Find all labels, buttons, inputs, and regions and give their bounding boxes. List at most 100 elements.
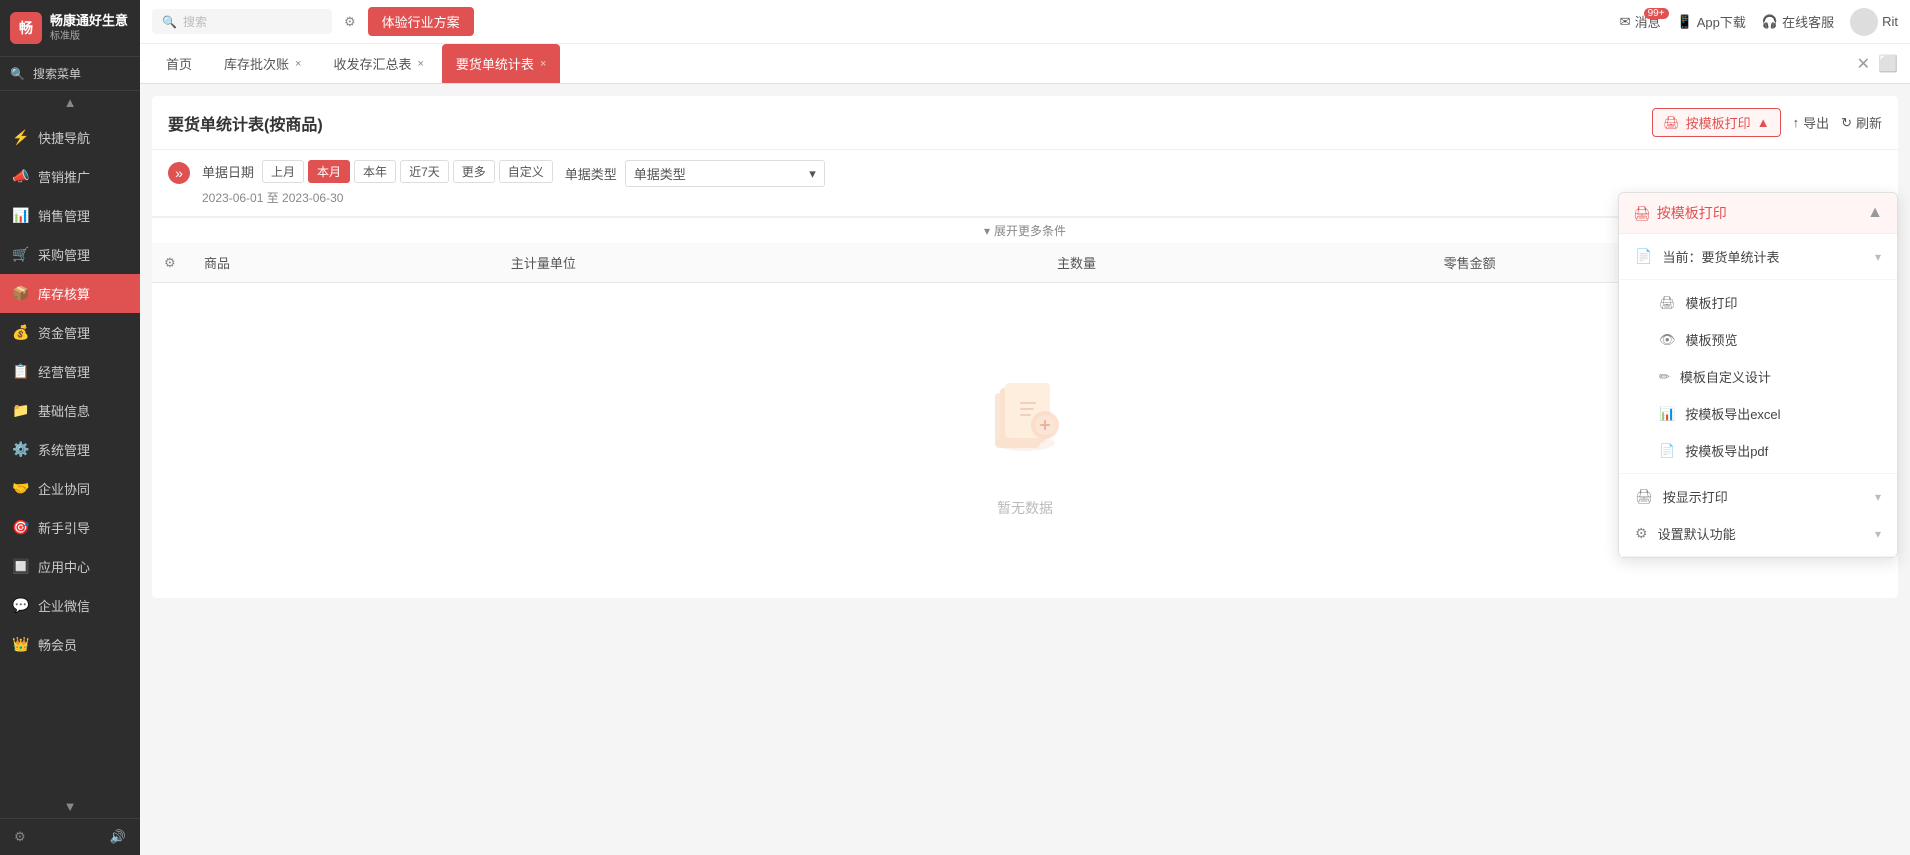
order-type-value: 单据类型 xyxy=(634,164,686,183)
logo-title: 畅康通好生意 xyxy=(50,12,128,30)
date-btn-this-month[interactable]: 本月 xyxy=(308,160,350,183)
dropdown-export-excel[interactable]: 📊 按模板导出excel xyxy=(1619,395,1897,432)
order-type-label: 单据类型 xyxy=(565,164,617,183)
default-func-label: 设置默认功能 xyxy=(1658,524,1736,543)
tabbar-actions: ✕ ⬜ xyxy=(1857,54,1898,74)
date-range-text: 2023-06-01 至 2023-06-30 xyxy=(202,189,343,206)
online-service-button[interactable]: 🎧 在线客服 xyxy=(1762,12,1834,31)
tab-order-stats[interactable]: 要货单统计表 × xyxy=(442,44,560,83)
dropdown-export-pdf[interactable]: 📄 按模板导出pdf xyxy=(1619,432,1897,469)
template-custom-label: 模板自定义设计 xyxy=(1680,367,1771,386)
date-range-row: 2023-06-01 至 2023-06-30 xyxy=(202,189,553,206)
tab-order-close[interactable]: × xyxy=(540,58,546,70)
refresh-button[interactable]: ↻ 刷新 xyxy=(1841,113,1882,132)
sidebar-items-list: ⚡ 快捷导航 📣 营销推广 📊 销售管理 🛒 采购管理 📦 库存核算 💰 资金管… xyxy=(0,114,140,795)
sidebar-item-finance[interactable]: 💰 资金管理 xyxy=(0,313,140,352)
sidebar-item-inventory[interactable]: 📦 库存核算 xyxy=(0,274,140,313)
tab-batch-close[interactable]: × xyxy=(295,58,301,70)
topbar-gear-icon[interactable]: ⚙ xyxy=(340,10,360,34)
date-btn-7days[interactable]: 近7天 xyxy=(400,160,449,183)
sidebar-item-member[interactable]: 👑 畅会员 xyxy=(0,625,140,664)
sidebar-logo: 畅 畅康通好生意 标准版 xyxy=(0,0,140,57)
tab-maximize-icon[interactable]: ⬜ xyxy=(1878,54,1898,74)
dropdown-template-preview[interactable]: 👁 模板预览 xyxy=(1619,321,1897,358)
sidebar-search[interactable]: 🔍 搜索菜单 xyxy=(0,57,140,91)
settings-icon[interactable]: ⚙ xyxy=(14,829,26,845)
sidebar-item-guide[interactable]: 🎯 新手引导 xyxy=(0,508,140,547)
tab-home[interactable]: 首页 xyxy=(152,44,206,83)
template-preview-icon: 👁 xyxy=(1659,332,1676,348)
current-template-label: 当前：要货单统计表 xyxy=(1662,247,1779,266)
sidebar-item-marketing[interactable]: 📣 营销推广 xyxy=(0,157,140,196)
messages-button[interactable]: ✉ 消息 99+ xyxy=(1620,12,1661,31)
page-title: 要货单统计表(按商品) xyxy=(168,111,323,135)
sidebar-item-operation[interactable]: 📋 经营管理 xyxy=(0,352,140,391)
system-icon: ⚙️ xyxy=(12,441,30,458)
page-header-actions: 🖨 按模板打印 ▲ ↑ 导出 ↻ 刷新 xyxy=(1652,108,1882,137)
search-icon: 🔍 xyxy=(10,67,25,81)
sidebar-item-label: 企业协同 xyxy=(38,479,90,498)
sidebar-item-purchase[interactable]: 🛒 采购管理 xyxy=(0,235,140,274)
sidebar-item-system[interactable]: ⚙️ 系统管理 xyxy=(0,430,140,469)
print-header-label: 按模板打印 xyxy=(1657,203,1727,223)
display-print-label: 按显示打印 xyxy=(1663,487,1728,506)
messages-badge: 99+ xyxy=(1644,8,1669,19)
dropdown-default-func[interactable]: ⚙ 设置默认功能 ▾ xyxy=(1619,515,1897,552)
template-custom-icon: ✏ xyxy=(1659,369,1670,385)
order-type-filter-row: 单据类型 单据类型 ▾ xyxy=(565,160,825,187)
finance-icon: 💰 xyxy=(12,324,30,341)
display-print-chevron: ▾ xyxy=(1875,490,1881,504)
table-col-unit: 主计量单位 xyxy=(499,243,1045,283)
sidebar-scroll-down[interactable]: ▼ xyxy=(0,795,140,818)
tab-batch-account[interactable]: 库存批次账 × xyxy=(210,44,315,83)
dropdown-close-button[interactable]: ▲ xyxy=(1867,204,1883,222)
date-btn-custom[interactable]: 自定义 xyxy=(499,160,553,183)
date-btn-more[interactable]: 更多 xyxy=(453,160,495,183)
export-excel-label: 按模板导出excel xyxy=(1685,404,1780,423)
tab-close-all-icon[interactable]: ✕ xyxy=(1857,54,1870,74)
sidebar-item-quick-nav[interactable]: ⚡ 快捷导航 xyxy=(0,118,140,157)
logo-text: 畅康通好生意 标准版 xyxy=(50,12,128,44)
sidebar-item-wechat[interactable]: 💬 企业微信 xyxy=(0,586,140,625)
sidebar-item-basic[interactable]: 📁 基础信息 xyxy=(0,391,140,430)
operation-icon: 📋 xyxy=(12,363,30,380)
refresh-label: 刷新 xyxy=(1856,113,1882,132)
dropdown-template-custom[interactable]: ✏ 模板自定义设计 xyxy=(1619,358,1897,395)
date-buttons: 上月 本月 本年 近7天 更多 自定义 xyxy=(262,160,553,183)
app-download-button[interactable]: 📱 App下载 xyxy=(1677,12,1746,31)
export-button[interactable]: ↑ 导出 xyxy=(1793,113,1830,132)
print-label: 按模板打印 xyxy=(1686,113,1751,132)
order-type-select[interactable]: 单据类型 ▾ xyxy=(625,160,825,187)
main-content: 🔍 搜索 ⚙ 体验行业方案 ✉ 消息 99+ 📱 App下载 🎧 在线客服 Ri… xyxy=(140,0,1910,855)
user-avatar-area[interactable]: Rit xyxy=(1850,8,1898,36)
sidebar-scroll-up[interactable]: ▲ xyxy=(0,91,140,114)
table-settings-icon[interactable]: ⚙ xyxy=(164,255,176,270)
sidebar-item-apps[interactable]: 🔲 应用中心 xyxy=(0,547,140,586)
current-template-item[interactable]: 📄 当前：要货单统计表 ▾ xyxy=(1619,238,1897,275)
trial-button[interactable]: 体验行业方案 xyxy=(368,7,474,36)
template-print-icon: 🖨 xyxy=(1659,295,1676,311)
tab-collect-close[interactable]: × xyxy=(417,58,423,70)
sidebar-item-enterprise[interactable]: 🤝 企业协同 xyxy=(0,469,140,508)
sidebar: 畅 畅康通好生意 标准版 🔍 搜索菜单 ▲ ⚡ 快捷导航 📣 营销推广 📊 销售… xyxy=(0,0,140,855)
filter-toggle-button[interactable]: » xyxy=(168,162,190,184)
default-func-chevron: ▾ xyxy=(1875,527,1881,541)
sidebar-item-label: 应用中心 xyxy=(38,557,90,576)
topbar-search[interactable]: 🔍 搜索 xyxy=(152,9,332,34)
date-btn-last-month[interactable]: 上月 xyxy=(262,160,304,183)
template-preview-label: 模板预览 xyxy=(1686,330,1738,349)
topbar-search-icon: 🔍 xyxy=(162,15,177,29)
order-type-filter-group: 单据类型 单据类型 ▾ xyxy=(565,160,825,187)
dropdown-header-title: 🖨 按模板打印 xyxy=(1633,203,1727,223)
tab-collect-summary[interactable]: 收发存汇总表 × xyxy=(319,44,437,83)
app-download-icon: 📱 xyxy=(1677,14,1693,30)
sidebar-item-label: 营销推广 xyxy=(38,167,90,186)
audio-icon[interactable]: 🔊 xyxy=(110,829,126,845)
sidebar-item-sales[interactable]: 📊 销售管理 xyxy=(0,196,140,235)
dropdown-template-print[interactable]: 🖨 模板打印 xyxy=(1619,284,1897,321)
print-template-button[interactable]: 🖨 按模板打印 ▲ xyxy=(1652,108,1780,137)
date-btn-this-year[interactable]: 本年 xyxy=(354,160,396,183)
tab-collect-label: 收发存汇总表 xyxy=(333,54,411,73)
dropdown-display-print[interactable]: 🖨 按显示打印 ▾ xyxy=(1619,478,1897,515)
refresh-icon: ↻ xyxy=(1841,115,1852,131)
